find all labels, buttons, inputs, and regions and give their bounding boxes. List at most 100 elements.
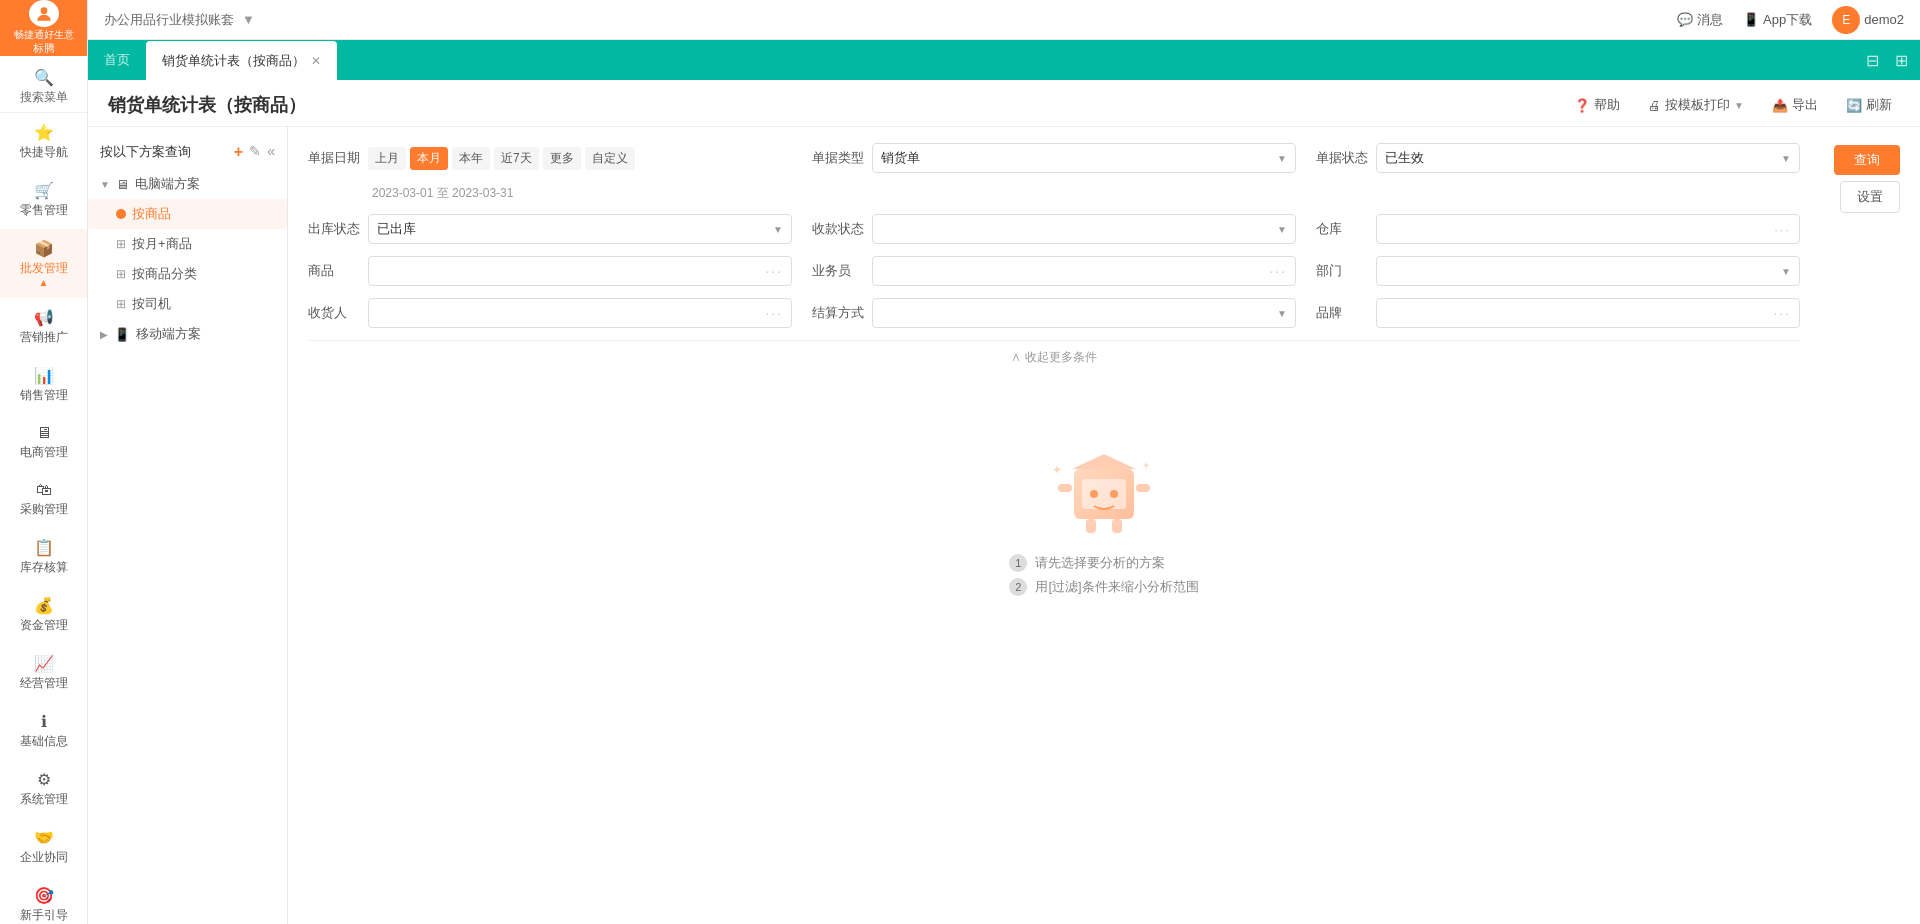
filter-row-3: 商品 ··· 业务员 ···	[308, 256, 1800, 286]
print-btn[interactable]: 🖨 按模板打印 ▼	[1640, 92, 1752, 118]
tab-minimize-btn[interactable]: ⊟	[1862, 47, 1883, 74]
warehouse-select[interactable]: ···	[1376, 214, 1800, 244]
logo-sub: 标腾	[33, 41, 55, 56]
staff-select[interactable]: ···	[872, 256, 1296, 286]
date-btn-more[interactable]: 更多	[543, 147, 581, 170]
wholesale-icon: 📦	[34, 239, 54, 258]
sidebar-item-retail[interactable]: 🛒 零售管理	[0, 171, 87, 229]
date-btn-last-month[interactable]: 上月	[368, 147, 406, 170]
print-icon: 🖨	[1648, 98, 1661, 113]
date-btn-this-year[interactable]: 本年	[452, 147, 490, 170]
print-dropdown-icon[interactable]: ▼	[1734, 100, 1744, 111]
tree-pc-root[interactable]: ▼ 🖥 电脑端方案	[88, 169, 287, 199]
svg-rect-7	[1086, 519, 1096, 533]
search-icon: 🔍	[34, 68, 54, 87]
tree-by-category[interactable]: ⊞ 按商品分类	[88, 259, 287, 289]
tab-maximize-btn[interactable]: ⊞	[1891, 47, 1912, 74]
sidebar-item-finance[interactable]: 💰 资金管理	[0, 586, 87, 644]
tab-close-icon[interactable]: ✕	[311, 54, 321, 68]
app-icon: 📱	[1743, 12, 1759, 27]
date-range-text: 2023-03-01 至 2023-03-31	[372, 185, 513, 202]
topbar-app-btn[interactable]: 📱 App下载	[1743, 11, 1812, 29]
topbar-user-btn[interactable]: E demo2	[1832, 6, 1904, 34]
dept-select[interactable]: ▼	[1376, 256, 1800, 286]
date-btn-7days[interactable]: 近7天	[494, 147, 539, 170]
tree-by-driver[interactable]: ⊞ 按司机	[88, 289, 287, 319]
goods-dots-icon[interactable]: ···	[765, 263, 783, 279]
query-button[interactable]: 查询	[1834, 145, 1900, 175]
page-title: 销货单统计表（按商品）	[108, 93, 306, 117]
sidebar-item-sales[interactable]: 📊 销售管理	[0, 356, 87, 414]
sidebar-item-operations[interactable]: 📈 经营管理	[0, 644, 87, 702]
panel-collapse-btn[interactable]: «	[267, 143, 275, 161]
tree-by-month-goods-label: 按月+商品	[132, 235, 192, 253]
panel-add-btn[interactable]: +	[234, 143, 243, 161]
out-status-value: 已出库	[377, 220, 416, 238]
inventory-label: 库存核算	[20, 559, 68, 576]
sidebar-item-system[interactable]: ⚙ 系统管理	[0, 760, 87, 818]
content-area: 销货单统计表（按商品） ❓ 帮助 🖨 按模板打印 ▼ 📤 导出 🔄 刷新	[88, 80, 1920, 924]
panel-edit-btn[interactable]: ✎	[249, 143, 261, 161]
pay-status-select[interactable]: ▼	[872, 214, 1296, 244]
settings-button[interactable]: 设置	[1840, 181, 1900, 213]
sidebar-item-guide[interactable]: 🎯 新手引导	[0, 876, 87, 924]
basic-icon: ℹ	[41, 712, 47, 731]
brand-dots-icon[interactable]: ···	[1773, 305, 1791, 321]
panel-title: 按以下方案查询	[100, 143, 191, 161]
svg-text:✦: ✦	[1142, 460, 1150, 471]
msg-label: 消息	[1697, 11, 1723, 29]
doc-type-select[interactable]: 销货单 ▼	[872, 143, 1296, 173]
doc-status-select[interactable]: 已生效 ▼	[1376, 143, 1800, 173]
search-menu-section[interactable]: 🔍 搜索菜单	[0, 56, 87, 113]
panel-header: 按以下方案查询 + ✎ «	[88, 139, 287, 169]
left-panel: 按以下方案查询 + ✎ « ▼ 🖥 电脑端方案 按商品	[88, 127, 288, 924]
help-icon: ❓	[1574, 98, 1590, 113]
operations-label: 经营管理	[20, 675, 68, 692]
out-status-select[interactable]: 已出库 ▼	[368, 214, 792, 244]
page-header: 销货单统计表（按商品） ❓ 帮助 🖨 按模板打印 ▼ 📤 导出 🔄 刷新	[88, 80, 1920, 127]
sidebar-item-corp[interactable]: 🤝 企业协同	[0, 818, 87, 876]
receiver-select[interactable]: ···	[368, 298, 792, 328]
export-btn[interactable]: 📤 导出	[1764, 92, 1826, 118]
topbar-msg-btn[interactable]: 💬 消息	[1677, 11, 1723, 29]
filter-row-2: 出库状态 已出库 ▼ 收款状态	[308, 214, 1800, 244]
system-icon: ⚙	[37, 770, 51, 789]
sidebar-item-inventory[interactable]: 📋 库存核算	[0, 528, 87, 586]
tree-mobile-root[interactable]: ▶ 📱 移动端方案	[88, 319, 287, 349]
staff-dots-icon[interactable]: ···	[1269, 263, 1287, 279]
goods-select[interactable]: ···	[368, 256, 792, 286]
mobile-folder-icon: 📱	[114, 327, 130, 342]
sidebar-item-ecommerce[interactable]: 🖥 电商管理	[0, 414, 87, 471]
tree-by-month-goods[interactable]: ⊞ 按月+商品	[88, 229, 287, 259]
collapse-bar[interactable]: ∧ 收起更多条件	[308, 340, 1800, 374]
sidebar-item-basic[interactable]: ℹ 基础信息	[0, 702, 87, 760]
date-btn-this-month[interactable]: 本月	[410, 147, 448, 170]
sidebar-item-purchase[interactable]: 🛍 采购管理	[0, 471, 87, 528]
receiver-dots-icon[interactable]: ···	[765, 305, 783, 321]
refresh-btn[interactable]: 🔄 刷新	[1838, 92, 1900, 118]
finance-icon: 💰	[34, 596, 54, 615]
svg-point-3	[1090, 490, 1098, 498]
help-btn[interactable]: ❓ 帮助	[1566, 92, 1628, 118]
wholesale-label: 批发管理	[20, 260, 68, 277]
dept-arrow-icon: ▼	[1781, 266, 1791, 277]
panel-header-actions: + ✎ «	[234, 143, 275, 161]
sidebar-item-wholesale[interactable]: 📦 批发管理 ▲	[0, 229, 87, 298]
tab-home-label: 首页	[104, 51, 130, 69]
date-filter-row: 单据日期 上月 本月 本年 近7天 更多 自定义	[308, 143, 792, 173]
sidebar-item-marketing[interactable]: 📢 营销推广	[0, 298, 87, 356]
shortcut-nav-item[interactable]: ⭐ 快捷导航	[0, 113, 87, 171]
warehouse-dots[interactable]: ···	[1774, 222, 1791, 237]
tree-by-goods[interactable]: 按商品	[88, 199, 287, 229]
topbar-left: 办公用品行业模拟账套 ▼	[104, 11, 255, 29]
empty-state: ✦ ✦ 1 请先选择要分析的方案 2 用[过滤]条件来缩小分析范围	[308, 374, 1900, 656]
doc-type-filter-row: 单据类型 销货单 ▼	[812, 143, 1296, 173]
date-btn-custom[interactable]: 自定义	[585, 147, 635, 170]
breadcrumb-dropdown-icon[interactable]: ▼	[242, 12, 255, 27]
date-range-display: 2023-03-01 至 2023-03-31	[308, 185, 1800, 202]
collapse-label: ∧ 收起更多条件	[1011, 350, 1096, 364]
tab-home[interactable]: 首页	[88, 40, 146, 80]
payment-select[interactable]: ▼	[872, 298, 1296, 328]
brand-select[interactable]: ···	[1376, 298, 1800, 328]
tab-report[interactable]: 销货单统计表（按商品） ✕	[146, 41, 337, 81]
